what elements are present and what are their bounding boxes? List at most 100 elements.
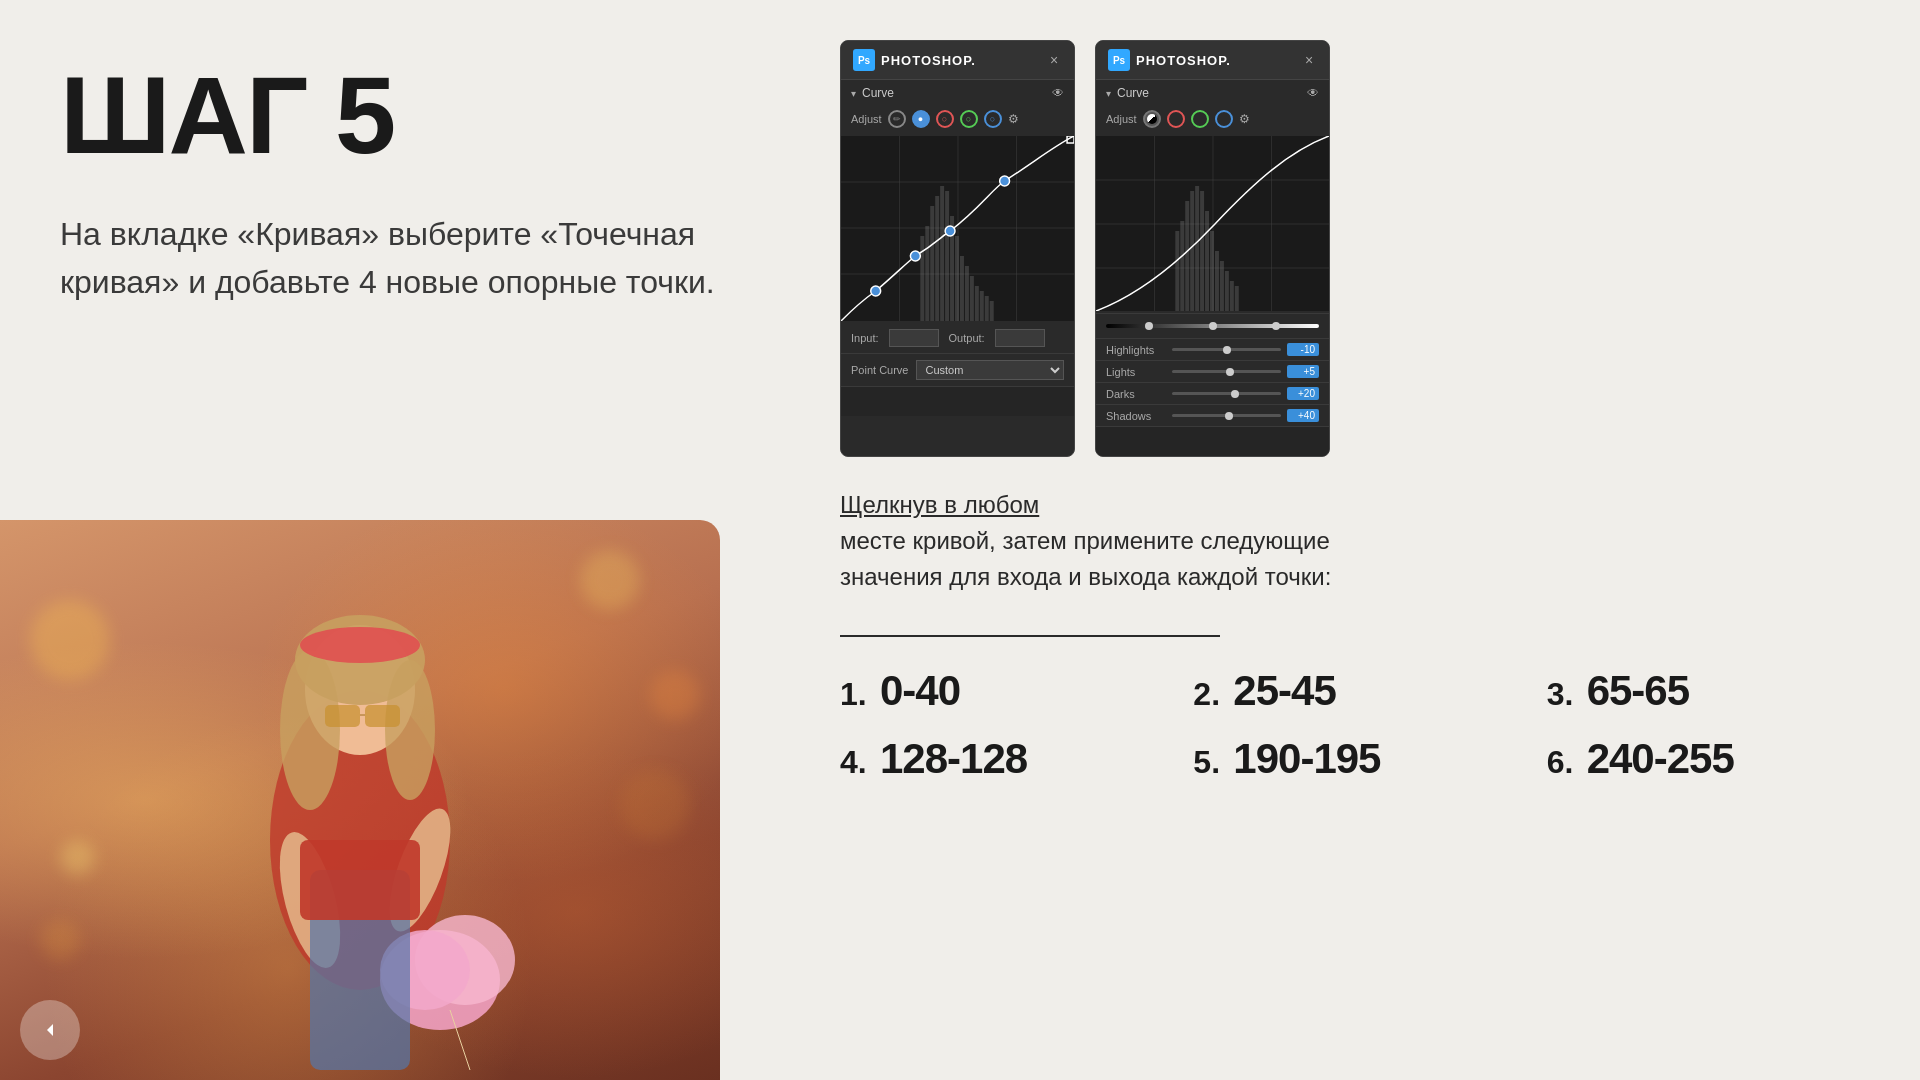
- ps-titlebar-left: Ps PHOTOSHOP. ×: [841, 41, 1074, 80]
- bokeh-3: [580, 550, 640, 610]
- adjust-btn-right-2[interactable]: [1167, 110, 1185, 128]
- ps-logo-icon-left: Ps: [853, 49, 875, 71]
- svg-rect-23: [920, 236, 924, 321]
- highlights-track[interactable]: [1172, 348, 1281, 351]
- darks-thumb[interactable]: [1231, 390, 1239, 398]
- data-num-6: 6.: [1547, 744, 1577, 781]
- bokeh-6: [60, 840, 95, 875]
- svg-rect-26: [935, 196, 939, 321]
- curve-graph-right[interactable]: [1096, 136, 1329, 311]
- svg-point-5: [300, 627, 420, 663]
- slider-row-lights: Lights +5: [1096, 360, 1329, 382]
- point-curve-select[interactable]: Custom Linear Medium Contrast: [916, 360, 1064, 380]
- chevron-icon-right: ▾: [1106, 88, 1111, 99]
- gear-icon-right[interactable]: ⚙: [1239, 112, 1250, 126]
- output-label: Output:: [949, 332, 985, 344]
- adjust-blue-btn[interactable]: ○: [984, 110, 1002, 128]
- svg-rect-50: [1180, 221, 1184, 311]
- shadows-thumb[interactable]: [1225, 412, 1233, 420]
- lights-thumb[interactable]: [1226, 368, 1234, 376]
- step-description: На вкладке «Кривая» выберите «Точечная к…: [60, 210, 740, 306]
- data-points-grid: 1. 0-40 2. 25-45 3. 65-65 4. 128-128 5. …: [840, 667, 1870, 783]
- svg-rect-53: [1195, 186, 1199, 311]
- svg-rect-58: [1220, 261, 1224, 311]
- slider-row-highlights: Highlights -10: [1096, 338, 1329, 360]
- svg-point-40: [945, 226, 955, 236]
- right-panel: Ps PHOTOSHOP. × ▾ Curve 👁 Adjust ✏ ● ○ ○: [810, 0, 1920, 1080]
- data-val-6: 240-255: [1587, 735, 1734, 783]
- data-val-1: 0-40: [880, 667, 960, 715]
- svg-rect-60: [1230, 281, 1234, 311]
- data-num-2: 2.: [1193, 676, 1223, 713]
- ps-curve-title-right: ▾ Curve: [1106, 86, 1149, 100]
- output-field[interactable]: [995, 329, 1045, 347]
- adjust-pencil-btn[interactable]: ✏: [888, 110, 906, 128]
- adjust-green-btn[interactable]: ○: [960, 110, 978, 128]
- eye-icon-left[interactable]: 👁: [1052, 86, 1064, 100]
- data-item-6: 6. 240-255: [1547, 735, 1870, 783]
- description-underline: Щелкнув в любом: [840, 491, 1039, 518]
- ps-panel-header-left: ▾ Curve 👁: [841, 80, 1074, 106]
- adjust-btn-right-3[interactable]: [1191, 110, 1209, 128]
- data-item-5: 5. 190-195: [1193, 735, 1516, 783]
- data-val-5: 190-195: [1233, 735, 1380, 783]
- bottom-thumb-right[interactable]: [1272, 322, 1280, 330]
- input-label: Input:: [851, 332, 879, 344]
- svg-rect-31: [960, 256, 964, 321]
- ps-logo-right: Ps PHOTOSHOP.: [1108, 49, 1231, 71]
- highlights-thumb[interactable]: [1223, 346, 1231, 354]
- curve-label-right: Curve: [1117, 86, 1149, 100]
- ps-close-right[interactable]: ×: [1301, 52, 1317, 68]
- adjust-btn-right-1[interactable]: [1143, 110, 1161, 128]
- gear-icon-left[interactable]: ⚙: [1008, 112, 1019, 126]
- svg-point-3: [280, 650, 340, 810]
- shadows-value: +40: [1287, 409, 1319, 422]
- bottom-thumb-mid[interactable]: [1209, 322, 1217, 330]
- highlights-value: -10: [1287, 343, 1319, 356]
- data-item-4: 4. 128-128: [840, 735, 1163, 783]
- ps-footer-left: [841, 386, 1074, 416]
- ps-appname-right: PHOTOSHOP.: [1136, 53, 1231, 68]
- curve-graph-left[interactable]: [841, 136, 1074, 321]
- description-text: Щелкнув в любом месте кривой, затем прим…: [840, 487, 1420, 595]
- point-curve-row: Point Curve Custom Linear Medium Contras…: [841, 353, 1074, 386]
- adjust-red-btn[interactable]: ○: [936, 110, 954, 128]
- svg-point-39: [910, 251, 920, 261]
- ps-close-left[interactable]: ×: [1046, 52, 1062, 68]
- bokeh-2: [650, 670, 700, 720]
- shadows-track[interactable]: [1172, 414, 1281, 417]
- svg-rect-52: [1190, 191, 1194, 311]
- svg-rect-34: [975, 286, 979, 321]
- bokeh-1: [30, 600, 110, 680]
- svg-rect-30: [955, 236, 959, 321]
- bokeh-4: [40, 920, 80, 960]
- data-num-4: 4.: [840, 744, 870, 781]
- curve-svg-right: [1096, 136, 1329, 311]
- svg-rect-32: [965, 266, 969, 321]
- darks-track[interactable]: [1172, 392, 1281, 395]
- eye-icon-right[interactable]: 👁: [1307, 86, 1319, 100]
- data-item-1: 1. 0-40: [840, 667, 1163, 715]
- adjust-composite-btn[interactable]: ●: [912, 110, 930, 128]
- bottom-slider-track[interactable]: [1106, 324, 1319, 328]
- svg-rect-61: [1235, 286, 1239, 311]
- slider-row-shadows: Shadows +40: [1096, 404, 1329, 426]
- svg-rect-54: [1200, 191, 1204, 311]
- adjust-btn-right-4[interactable]: [1215, 110, 1233, 128]
- nav-arrow-left[interactable]: [20, 1000, 80, 1060]
- lights-track[interactable]: [1172, 370, 1281, 373]
- bottom-thumb-left[interactable]: [1145, 322, 1153, 330]
- data-val-3: 65-65: [1587, 667, 1689, 715]
- svg-rect-7: [365, 705, 400, 727]
- svg-rect-59: [1225, 271, 1229, 311]
- curve-svg-left: [841, 136, 1074, 321]
- svg-rect-56: [1210, 231, 1214, 311]
- svg-rect-37: [990, 301, 994, 321]
- adjust-label-left: Adjust: [851, 113, 882, 125]
- svg-rect-25: [930, 206, 934, 321]
- adjust-label-right: Adjust: [1106, 113, 1137, 125]
- data-val-2: 25-45: [1233, 667, 1335, 715]
- point-curve-label: Point Curve: [851, 364, 908, 376]
- slider-row-darks: Darks +20: [1096, 382, 1329, 404]
- input-field[interactable]: [889, 329, 939, 347]
